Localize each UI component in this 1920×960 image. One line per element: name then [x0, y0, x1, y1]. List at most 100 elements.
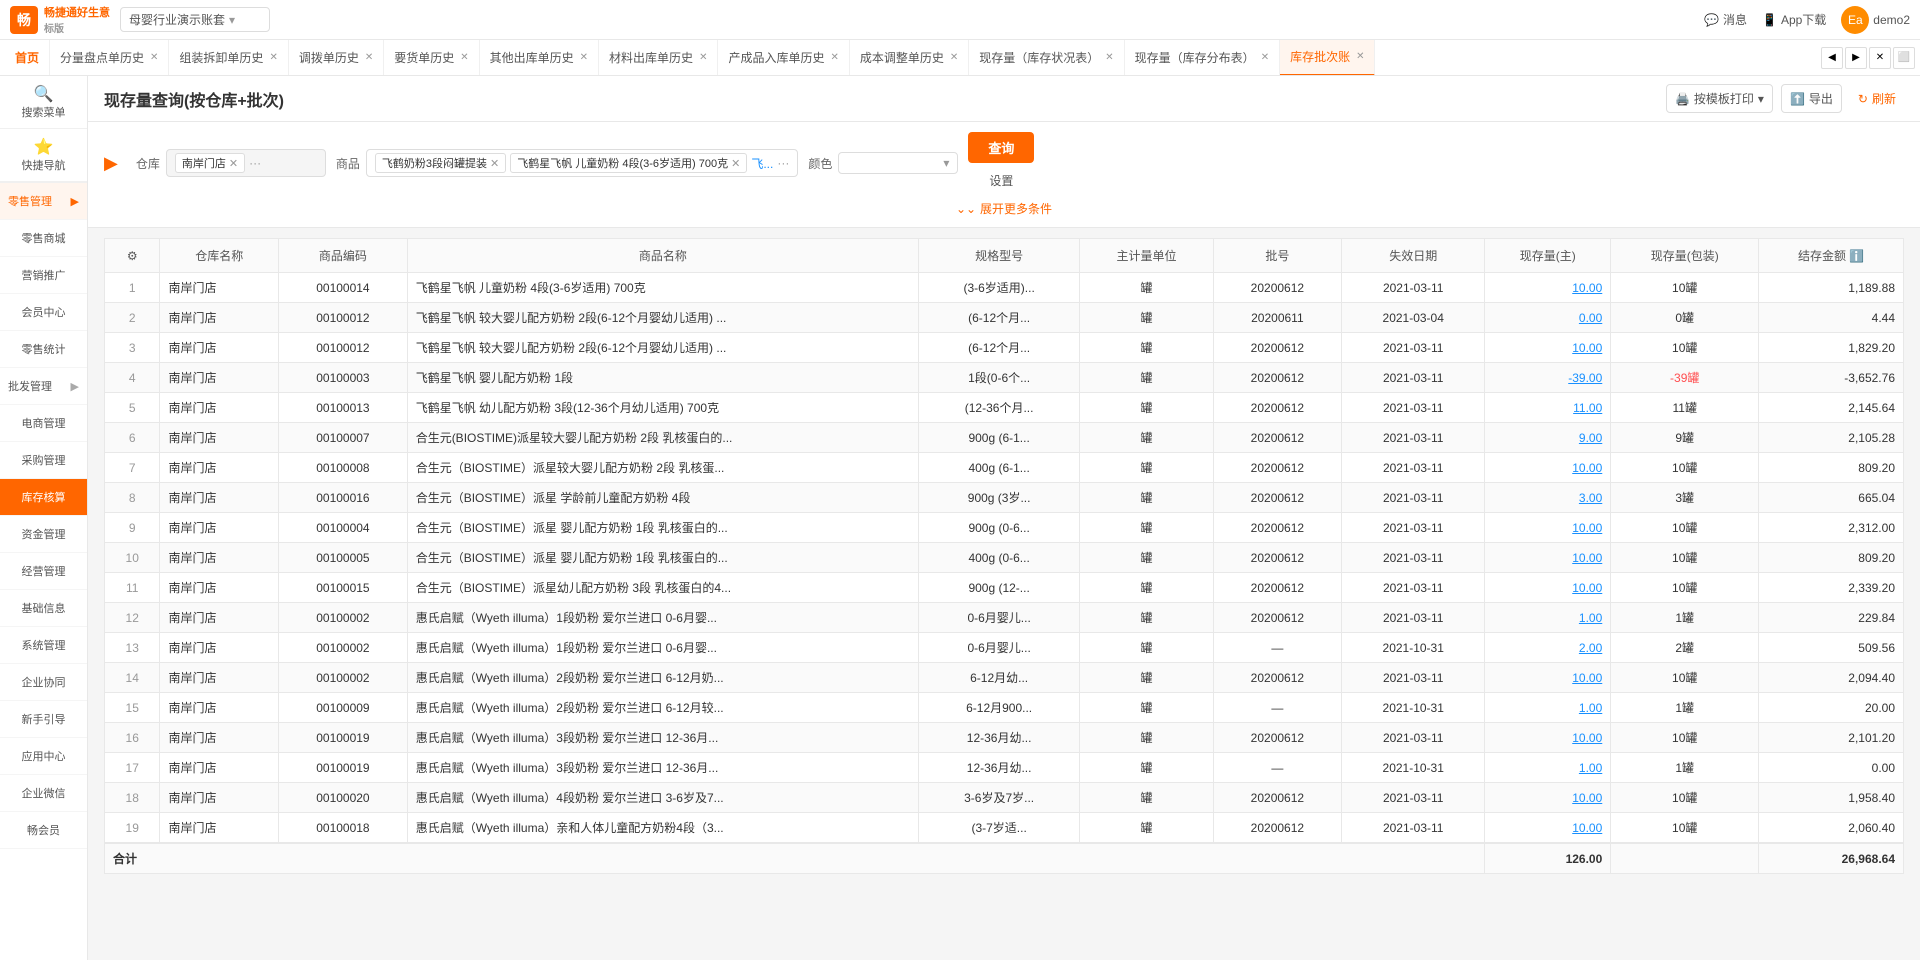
close-icon[interactable]: ✕ — [460, 52, 468, 63]
avatar-initials: Ea — [1848, 13, 1863, 27]
warehouse-tag[interactable]: 南岸门店 ✕ — [175, 153, 245, 173]
tab-cailiao[interactable]: 材料出库单历史 ✕ — [599, 40, 718, 76]
cell-batch: — — [1213, 693, 1342, 723]
cell-no: 7 — [105, 453, 160, 483]
sidebar-item-kucun[interactable]: 库存核算 — [0, 479, 87, 516]
tab-xiancunl-kuzhuang[interactable]: 现存量（库存状况表） ✕ — [969, 40, 1124, 76]
sidebar-search[interactable]: 🔍 搜索菜单 — [0, 76, 87, 129]
product-tag-group[interactable]: 飞鹤奶粉3段闷罐提装 ✕ 飞鹤星飞帆 儿童奶粉 4段(3-6岁适用) 700克 … — [366, 149, 798, 177]
cell-warehouse: 南岸门店 — [160, 573, 279, 603]
sidebar-item-zijin[interactable]: 资金管理 — [0, 516, 87, 553]
tab-diaob[interactable]: 调拨单历史 ✕ — [289, 40, 384, 76]
remove-product-tag-2-btn[interactable]: ✕ — [731, 157, 740, 170]
settings-btn[interactable]: 设置 — [968, 167, 1034, 194]
cell-name: 飞鹤星飞帆 较大婴儿配方奶粉 2段(6-12个月婴幼儿适用) ... — [407, 303, 918, 333]
tab-yaohuo[interactable]: 要货单历史 ✕ — [384, 40, 479, 76]
cell-batch: 20200612 — [1213, 393, 1342, 423]
filter-toggle-btn[interactable]: ▶ — [104, 153, 118, 174]
product-tag-2[interactable]: 飞鹤星飞帆 儿童奶粉 4段(3-6岁适用) 700克 ✕ — [510, 153, 747, 173]
tab-home[interactable]: 首页 — [5, 40, 50, 76]
remove-warehouse-tag-btn[interactable]: ✕ — [229, 157, 238, 170]
sidebar-item-label: 新手引导 — [22, 714, 66, 726]
company-select[interactable]: 母婴行业演示账套 ▾ — [120, 7, 270, 32]
nav-prev-btn[interactable]: ◀ — [1821, 47, 1843, 69]
close-icon[interactable]: ✕ — [1105, 52, 1113, 63]
sidebar-item-qiye[interactable]: 企业协同 — [0, 664, 87, 701]
product-tag-more[interactable]: 飞... — [751, 155, 773, 172]
close-icon[interactable]: ✕ — [1356, 51, 1364, 62]
template-print-label: 按模板打印 — [1694, 90, 1754, 107]
sidebar-item-qiyeweixin[interactable]: 企业微信 — [0, 775, 87, 812]
close-icon[interactable]: ✕ — [1261, 52, 1269, 63]
sidebar-item-shangcheng[interactable]: 零售商城 — [0, 220, 87, 257]
cell-warehouse: 南岸门店 — [160, 753, 279, 783]
table-row: 5 南岸门店 00100013 飞鹤星飞帆 幼儿配方奶粉 3段(12-36个月幼… — [105, 393, 1904, 423]
cell-unit: 罐 — [1080, 573, 1213, 603]
cell-expire: 2021-03-11 — [1342, 603, 1485, 633]
close-icon[interactable]: ✕ — [150, 52, 158, 63]
sidebar-item-jingying[interactable]: 经营管理 — [0, 553, 87, 590]
close-icon[interactable]: ✕ — [269, 52, 277, 63]
cell-no: 9 — [105, 513, 160, 543]
cell-unit: 罐 — [1080, 543, 1213, 573]
table-row: 7 南岸门店 00100008 合生元（BIOSTIME）派星较大婴儿配方奶粉 … — [105, 453, 1904, 483]
cell-spec: 400g (6-1... — [918, 453, 1079, 483]
template-print-btn[interactable]: 🖨️ 按模板打印 ▾ — [1666, 84, 1773, 113]
close-icon[interactable]: ✕ — [365, 52, 373, 63]
expand-more-btn[interactable]: ⌄⌄ 展开更多条件 — [956, 200, 1052, 217]
warehouse-more-btn[interactable]: ··· — [249, 156, 261, 170]
close-icon[interactable]: ✕ — [830, 52, 838, 63]
nav-next-btn[interactable]: ▶ — [1845, 47, 1867, 69]
sidebar-item-lingshou[interactable]: 零售管理 ▶ — [0, 183, 87, 220]
product-more-btn[interactable]: ··· — [777, 156, 789, 170]
cell-no: 12 — [105, 603, 160, 633]
sidebar-item-xitong[interactable]: 系统管理 — [0, 627, 87, 664]
cell-no: 16 — [105, 723, 160, 753]
sidebar-quick[interactable]: ⭐ 快捷导航 — [0, 129, 87, 182]
tab-kupici[interactable]: 库存批次账 ✕ — [1280, 40, 1375, 76]
product-tag-1[interactable]: 飞鹤奶粉3段闷罐提装 ✕ — [375, 153, 506, 173]
sidebar-item-label: 应用中心 — [22, 751, 66, 763]
sidebar-item-jichu[interactable]: 基础信息 — [0, 590, 87, 627]
tab-qita[interactable]: 其他出库单历史 ✕ — [480, 40, 599, 76]
sidebar-item-label: 库存核算 — [22, 492, 66, 504]
nav-expand-btn[interactable]: ⬜ — [1893, 47, 1915, 69]
cell-expire: 2021-03-11 — [1342, 513, 1485, 543]
warehouse-tag-label: 南岸门店 — [182, 155, 226, 171]
tab-xiancunl-kufen[interactable]: 现存量（库存分布表） ✕ — [1125, 40, 1280, 76]
warehouse-tag-group[interactable]: 南岸门店 ✕ ··· — [166, 149, 326, 177]
cell-unit: 罐 — [1080, 753, 1213, 783]
sidebar-item-lingshoutongji[interactable]: 零售统计 — [0, 331, 87, 368]
close-icon[interactable]: ✕ — [950, 52, 958, 63]
remove-product-tag-1-btn[interactable]: ✕ — [490, 157, 499, 170]
close-icon[interactable]: ✕ — [580, 52, 588, 63]
sidebar-item-dianshang[interactable]: 电商管理 — [0, 405, 87, 442]
app-download-btn[interactable]: 📱 App下载 — [1762, 11, 1826, 28]
refresh-btn[interactable]: ↻ 刷新 — [1850, 85, 1904, 112]
sidebar-item-yingxiao[interactable]: 营销推广 — [0, 257, 87, 294]
sidebar-item-xinshou[interactable]: 新手引导 — [0, 701, 87, 738]
tab-chancheng[interactable]: 产成品入库单历史 ✕ — [718, 40, 849, 76]
tab-chengben[interactable]: 成本调整单历史 ✕ — [850, 40, 969, 76]
query-btn[interactable]: 查询 — [968, 132, 1034, 163]
user-info[interactable]: Ea demo2 — [1841, 6, 1910, 34]
sidebar-item-caigou[interactable]: 采购管理 — [0, 442, 87, 479]
export-btn[interactable]: ⬆️ 导出 — [1781, 84, 1842, 113]
cell-amount: 2,060.40 — [1759, 813, 1904, 844]
tab-fenpan[interactable]: 分量盘点单历史 ✕ — [50, 40, 169, 76]
cell-code: 00100019 — [279, 723, 408, 753]
tab-zuzhuang[interactable]: 组装拆卸单历史 ✕ — [169, 40, 288, 76]
message-btn[interactable]: 💬 消息 — [1704, 11, 1747, 28]
color-input[interactable]: ▾ — [838, 152, 958, 174]
sidebar-item-yingyong[interactable]: 应用中心 — [0, 738, 87, 775]
sidebar-item-huiyuan[interactable]: 会员中心 — [0, 294, 87, 331]
product-tag-label-1: 飞鹤奶粉3段闷罐提装 — [382, 155, 487, 171]
sidebar-item-pifa[interactable]: 批发管理 ▶ — [0, 368, 87, 405]
th-settings[interactable]: ⚙ — [105, 239, 160, 273]
sidebar-item-changyuanvip[interactable]: 畅会员 — [0, 812, 87, 849]
cell-unit: 罐 — [1080, 303, 1213, 333]
nav-close-btn[interactable]: ✕ — [1869, 47, 1891, 69]
cell-batch: 20200612 — [1213, 573, 1342, 603]
close-icon[interactable]: ✕ — [699, 52, 707, 63]
cell-code: 00100013 — [279, 393, 408, 423]
